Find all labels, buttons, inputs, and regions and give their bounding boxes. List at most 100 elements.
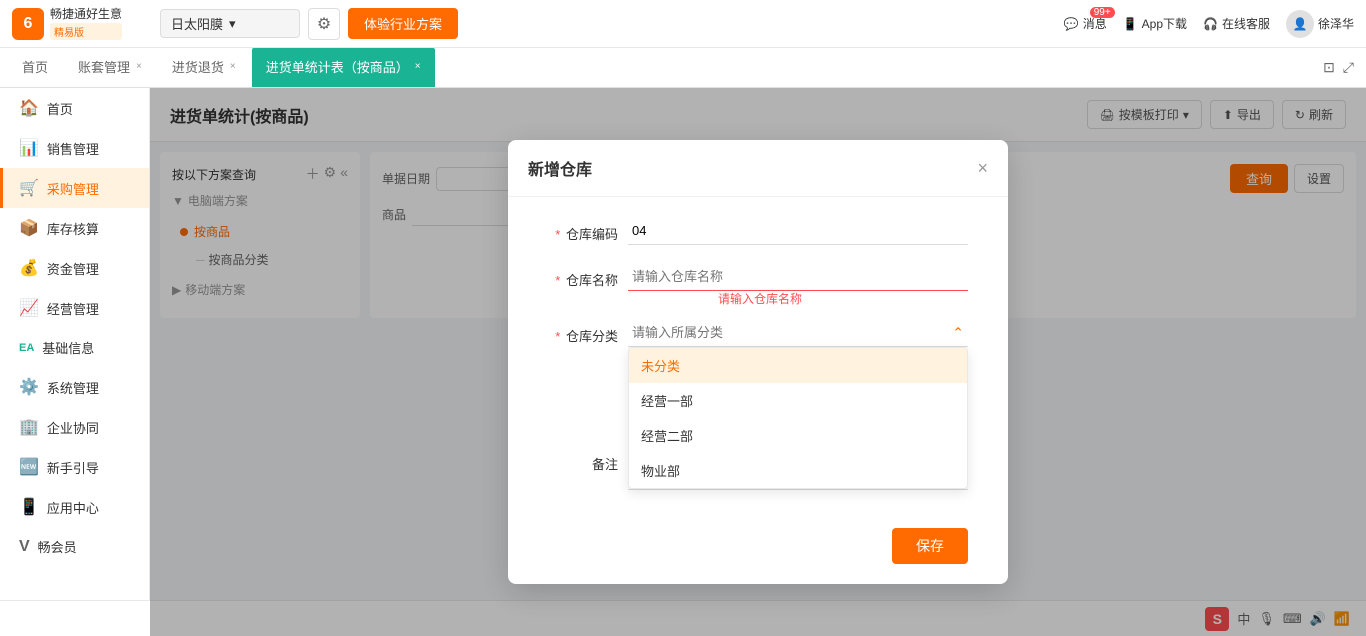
tab-home-label: 首页 <box>22 57 48 76</box>
tab-purchase-return[interactable]: 进货退货 × <box>158 48 250 87</box>
name-label: * 仓库名称 <box>548 263 628 289</box>
tabbar: 首页 账套管理 × 进货退货 × 进货单统计表（按商品） × ⊡ ⤢ <box>0 48 1366 88</box>
sidebar-item-guide-label: 新手引导 <box>47 458 99 477</box>
app-download-label: App下载 <box>1142 15 1187 32</box>
sidebar-item-appcenter[interactable]: 📱 应用中心 <box>0 487 149 527</box>
app-download-item[interactable]: 📱 App下载 <box>1123 15 1187 32</box>
tab-account-close[interactable]: × <box>136 61 142 72</box>
phone-icon: 📱 <box>1123 17 1138 31</box>
sidebar-item-purchase-label: 采购管理 <box>47 179 99 198</box>
tab-purchase-return-close[interactable]: × <box>230 61 236 72</box>
settings-icon[interactable]: ⚙ <box>308 8 340 40</box>
system-icon: ⚙️ <box>19 377 39 397</box>
code-label: * 仓库编码 <box>548 217 628 243</box>
category-input[interactable] <box>628 319 968 347</box>
modal-overlay[interactable]: 新增仓库 × * 仓库编码 * <box>150 88 1366 636</box>
name-field-wrap: 请输入仓库名称 <box>628 263 968 291</box>
sidebar-item-operations-label: 经营管理 <box>47 299 99 318</box>
dropdown-option-property[interactable]: 物业部 <box>629 453 967 488</box>
messages-badge: 99+ <box>1090 7 1115 18</box>
tabbar-right: ⊡ ⤢ <box>1323 48 1358 87</box>
chevron-down-icon: ▾ <box>229 16 236 32</box>
dialog-body: * 仓库编码 * 仓库名称 请输入仓库名称 <box>508 197 1008 528</box>
logo-area: 6 畅捷通好生意 精易版 <box>12 7 152 40</box>
tab-account-label: 账套管理 <box>78 57 130 76</box>
online-service-item[interactable]: 🎧 在线客服 <box>1203 15 1270 32</box>
tab-purchase-stats[interactable]: 进货单统计表（按商品） × <box>252 48 435 87</box>
sidebar-item-guide[interactable]: 🆕 新手引导 <box>0 447 149 487</box>
chevron-up-icon[interactable]: ⌃ <box>952 325 964 342</box>
appcenter-icon: 📱 <box>19 497 39 517</box>
finance-icon: 💰 <box>19 258 39 278</box>
guide-icon: 🆕 <box>19 457 39 477</box>
app-name: 畅捷通好生意 <box>50 7 122 23</box>
sidebar-item-system[interactable]: ⚙️ 系统管理 <box>0 367 149 407</box>
sidebar-item-vip[interactable]: V 畅会员 <box>0 527 149 566</box>
form-row-name: * 仓库名称 请输入仓库名称 <box>548 263 968 291</box>
vip-icon: V <box>19 538 30 556</box>
dialog-footer: 保存 <box>508 528 1008 564</box>
category-label: * 仓库分类 <box>548 319 628 345</box>
sidebar-item-inventory[interactable]: 📦 库存核算 <box>0 208 149 248</box>
sidebar-item-home[interactable]: 🏠 首页 <box>0 88 149 128</box>
dropdown-option-ops1[interactable]: 经营一部 <box>629 383 967 418</box>
main-layout: 🏠 首页 📊 销售管理 🛒 采购管理 📦 库存核算 💰 资金管理 📈 经营管理 … <box>0 88 1366 636</box>
purchase-icon: 🛒 <box>19 178 39 198</box>
content-area: 进货单统计(按商品) 🖨 按模板打印 ▾ ⬆ 导出 ↻ 刷新 <box>150 88 1366 636</box>
message-icon: 💬 <box>1064 17 1079 31</box>
online-service-label: 在线客服 <box>1222 15 1270 32</box>
sidebar-item-operations[interactable]: 📈 经营管理 <box>0 288 149 328</box>
tab-account[interactable]: 账套管理 × <box>64 48 156 87</box>
tab-purchase-stats-close[interactable]: × <box>415 61 421 72</box>
store-selector[interactable]: 日太阳膜 ▾ <box>160 9 300 38</box>
base-icon: EA <box>19 342 34 354</box>
name-error-msg: 请输入仓库名称 <box>718 290 802 307</box>
topbar-right: 💬 99+ 消息 📱 App下载 🎧 在线客服 👤 徐泽华 <box>1064 10 1354 38</box>
username-label: 徐泽华 <box>1318 15 1354 32</box>
form-row-code: * 仓库编码 <box>548 217 968 245</box>
sidebar-item-home-label: 首页 <box>47 99 73 118</box>
tab-purchase-stats-label: 进货单统计表（按商品） <box>266 57 409 76</box>
headset-icon: 🎧 <box>1203 17 1218 31</box>
sidebar-item-system-label: 系统管理 <box>47 378 99 397</box>
dialog-close-button[interactable]: × <box>977 158 988 179</box>
sales-icon: 📊 <box>19 138 39 158</box>
tab-expand-icon[interactable]: ⤢ <box>1343 59 1354 76</box>
sidebar-item-appcenter-label: 应用中心 <box>47 498 99 517</box>
note-label: 备注 <box>548 447 628 473</box>
avatar: 👤 <box>1286 10 1314 38</box>
tab-purchase-return-label: 进货退货 <box>172 57 224 76</box>
warehouse-code-input[interactable] <box>628 217 968 245</box>
sidebar-item-enterprise[interactable]: 🏢 企业协同 <box>0 407 149 447</box>
dialog-title: 新增仓库 <box>528 156 592 180</box>
user-item[interactable]: 👤 徐泽华 <box>1286 10 1354 38</box>
operations-icon: 📈 <box>19 298 39 318</box>
messages-item[interactable]: 💬 99+ 消息 <box>1064 15 1107 32</box>
tab-restore-icon[interactable]: ⊡ <box>1323 59 1335 76</box>
sidebar-item-finance[interactable]: 💰 资金管理 <box>0 248 149 288</box>
sidebar-item-purchase[interactable]: 🛒 采购管理 <box>0 168 149 208</box>
sidebar-item-base-label: 基础信息 <box>42 338 94 357</box>
home-icon: 🏠 <box>19 98 39 118</box>
enterprise-icon: 🏢 <box>19 417 39 437</box>
save-button[interactable]: 保存 <box>892 528 968 564</box>
add-warehouse-dialog: 新增仓库 × * 仓库编码 * <box>508 140 1008 584</box>
sidebar: 🏠 首页 📊 销售管理 🛒 采购管理 📦 库存核算 💰 资金管理 📈 经营管理 … <box>0 88 150 636</box>
dialog-header: 新增仓库 × <box>508 140 1008 197</box>
category-dropdown: 未分类 经营一部 经营二部 物业部 <box>628 347 968 489</box>
trial-button[interactable]: 体验行业方案 <box>348 8 458 39</box>
form-row-category: * 仓库分类 ⌃ 未分类 经营一部 <box>548 319 968 347</box>
dropdown-option-ops2[interactable]: 经营二部 <box>629 418 967 453</box>
sidebar-item-sales[interactable]: 📊 销售管理 <box>0 128 149 168</box>
tab-home[interactable]: 首页 <box>8 48 62 87</box>
inventory-icon: 📦 <box>19 218 39 238</box>
warehouse-name-input[interactable] <box>628 263 968 291</box>
store-name: 日太阳膜 <box>171 14 223 33</box>
app-sub: 精易版 <box>50 23 122 40</box>
dropdown-option-uncategorized[interactable]: 未分类 <box>629 348 967 383</box>
sidebar-item-enterprise-label: 企业协同 <box>47 418 99 437</box>
sidebar-item-finance-label: 资金管理 <box>47 259 99 278</box>
sidebar-item-base[interactable]: EA 基础信息 <box>0 328 149 367</box>
category-select-wrap: ⌃ 未分类 经营一部 经营二部 <box>628 319 968 347</box>
app-logo-icon: 6 <box>12 8 44 40</box>
